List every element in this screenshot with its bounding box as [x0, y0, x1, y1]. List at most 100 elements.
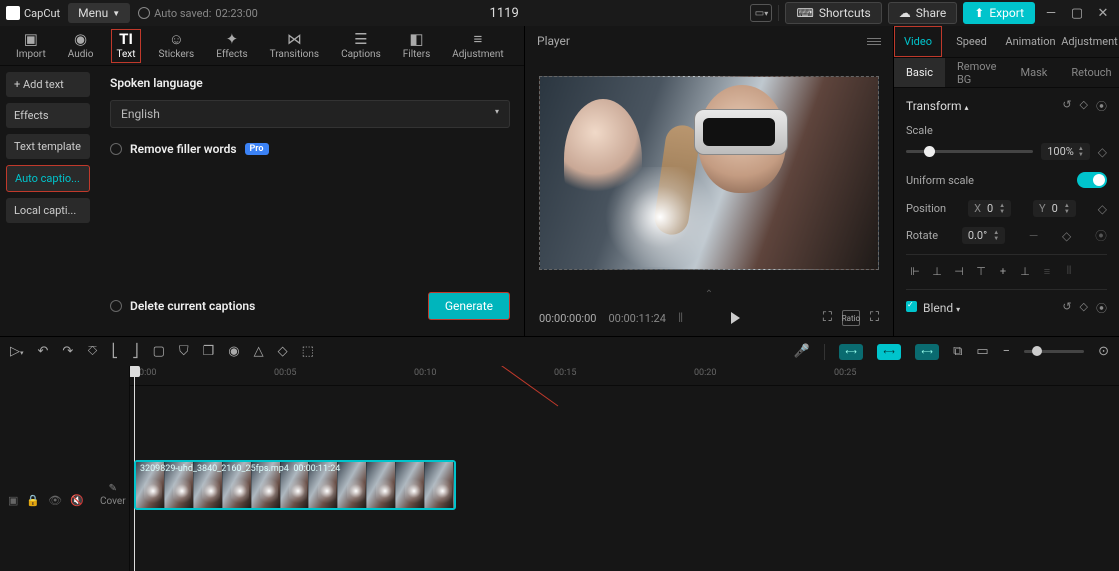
snap-pill-1[interactable]: ⟷: [839, 344, 863, 360]
undo-icon[interactable]: ↶: [38, 344, 49, 359]
reset-icon[interactable]: ↺: [1062, 300, 1071, 316]
delete-left-icon[interactable]: ⎣: [112, 344, 119, 359]
prev-frame-icon[interactable]: ‖: [678, 310, 683, 326]
zoom-fit-icon[interactable]: ⊙: [1098, 344, 1109, 359]
drag-handle-icon[interactable]: ⌃: [525, 289, 893, 300]
player-viewport[interactable]: [525, 56, 893, 289]
tab-animation[interactable]: Animation: [1001, 26, 1060, 57]
subtab-mask[interactable]: Mask: [1009, 58, 1060, 87]
player-menu-icon[interactable]: [867, 38, 881, 45]
cover-button[interactable]: ✎ Cover: [100, 483, 126, 507]
position-y-input[interactable]: Y 0 ▲▼: [1033, 200, 1076, 217]
tab-speed[interactable]: Speed: [942, 26, 1001, 57]
stepper-icon[interactable]: ▲▼: [993, 230, 999, 242]
eye-icon[interactable]: 👁: [48, 494, 62, 507]
blend-section[interactable]: Blend ▾ ↺ ◇ ⦿: [906, 289, 1107, 316]
magnet-icon[interactable]: ⧉: [953, 344, 962, 359]
tab-import[interactable]: ▣Import: [12, 30, 50, 62]
tab-audio[interactable]: ◉Audio: [64, 30, 98, 62]
lock-icon[interactable]: 🔒: [26, 494, 40, 507]
reset-icon[interactable]: ↺: [1062, 98, 1071, 114]
timeline-main[interactable]: 00:00 00:05 00:10 00:15 00:20 00:25 3209…: [130, 366, 1119, 571]
snap-pill-2[interactable]: ⟷: [877, 344, 901, 360]
timeline-ruler[interactable]: 00:00 00:05 00:10 00:15 00:20 00:25: [130, 366, 1119, 386]
scale-slider[interactable]: [906, 150, 1033, 153]
more-icon[interactable]: ⦿: [1095, 227, 1107, 244]
keyframe-icon[interactable]: ◇: [1080, 98, 1088, 114]
keyframe-icon[interactable]: ◇: [1062, 229, 1071, 243]
sidebar-item-add-text[interactable]: + Add text: [6, 72, 90, 97]
tab-text[interactable]: TIText: [111, 29, 140, 63]
delete-right-icon[interactable]: ⎦: [132, 344, 139, 359]
language-select[interactable]: English ▾: [110, 100, 510, 128]
tab-effects[interactable]: ✦Effects: [212, 30, 251, 62]
subtab-basic[interactable]: Basic: [894, 58, 945, 87]
rotate-input[interactable]: 0.0° ▲▼: [962, 227, 1005, 244]
align-hcenter-icon[interactable]: ⊥: [928, 263, 946, 279]
generate-button[interactable]: Generate: [428, 292, 510, 320]
position-x-input[interactable]: X 0 ▲▼: [968, 200, 1011, 217]
align-top-icon[interactable]: ⊤: [972, 263, 990, 279]
menu-button[interactable]: Menu ▼: [68, 3, 130, 23]
shield-icon[interactable]: ⛉: [179, 344, 189, 359]
crop-icon[interactable]: ⛶: [823, 310, 832, 326]
stepper-icon[interactable]: ▲▼: [1078, 146, 1084, 158]
copy-icon[interactable]: ❐: [203, 344, 215, 359]
delete-captions-row[interactable]: Delete current captions: [110, 299, 255, 313]
tab-filters[interactable]: ◧Filters: [399, 30, 435, 62]
video-preview[interactable]: [539, 76, 879, 270]
subtab-retouch[interactable]: Retouch: [1059, 58, 1119, 87]
fullscreen-icon[interactable]: ⛶: [870, 310, 879, 326]
stepper-icon[interactable]: ▲▼: [999, 203, 1005, 215]
crop-tool-icon[interactable]: ⬚: [302, 344, 314, 359]
transform-section-header[interactable]: Transform ▴ ↺ ◇ ⦿: [906, 98, 1107, 114]
close-button[interactable]: ✕: [1093, 3, 1113, 23]
tab-captions[interactable]: ☰Captions: [337, 30, 385, 62]
tab-adjustment[interactable]: ≡Adjustment: [448, 30, 507, 62]
align-vcenter-icon[interactable]: +: [994, 263, 1012, 279]
keyframe-icon[interactable]: ◇: [1080, 300, 1088, 316]
align-left-icon[interactable]: ⊩: [906, 263, 924, 279]
align-bottom-icon[interactable]: ⊥: [1016, 263, 1034, 279]
ratio-button[interactable]: Ratio: [842, 310, 860, 326]
shortcuts-button[interactable]: ⌨ Shortcuts: [785, 2, 881, 24]
rotate-icon[interactable]: ◇: [278, 344, 288, 359]
share-button[interactable]: ☁ Share: [888, 2, 958, 24]
delete-icon[interactable]: ▢: [153, 344, 165, 359]
minimize-button[interactable]: —: [1041, 3, 1061, 23]
scale-value-box[interactable]: 100% ▲▼: [1041, 143, 1090, 160]
tab-stickers[interactable]: ☺Stickers: [155, 30, 199, 62]
uniform-scale-toggle[interactable]: [1077, 172, 1107, 188]
layer-icon[interactable]: ▣: [8, 494, 18, 507]
record-icon[interactable]: ◉: [228, 344, 239, 359]
select-tool-icon[interactable]: ▷▾: [10, 344, 24, 359]
subtab-remove-bg[interactable]: Remove BG: [945, 58, 1009, 87]
zoom-out-icon[interactable]: −: [1003, 344, 1010, 359]
maximize-button[interactable]: ▢: [1067, 3, 1087, 23]
snap-pill-3[interactable]: ⟷: [915, 344, 939, 360]
warning-icon[interactable]: △: [254, 344, 264, 359]
distribute-v-icon[interactable]: ⦀: [1060, 263, 1078, 279]
keyframe-icon[interactable]: ◇: [1098, 145, 1107, 159]
align-right-icon[interactable]: ⊣: [950, 263, 968, 279]
sidebar-item-local-captions[interactable]: Local capti...: [6, 198, 90, 223]
keyframe-icon[interactable]: ◇: [1098, 202, 1107, 216]
sidebar-item-text-template[interactable]: Text template: [6, 134, 90, 159]
more-icon[interactable]: ⦿: [1096, 98, 1107, 114]
tab-video[interactable]: Video: [894, 26, 942, 57]
distribute-h-icon[interactable]: ≡: [1038, 263, 1056, 279]
tab-transitions[interactable]: ⋈Transitions: [266, 30, 323, 62]
sidebar-item-effects[interactable]: Effects: [6, 103, 90, 128]
mic-icon[interactable]: 🎤: [794, 344, 810, 359]
sidebar-item-auto-captions[interactable]: Auto captio...: [6, 165, 90, 192]
play-button[interactable]: [731, 312, 740, 324]
stepper-icon[interactable]: ▲▼: [1064, 203, 1070, 215]
zoom-slider[interactable]: [1024, 350, 1084, 353]
video-clip[interactable]: 3209829-uhd_3840_2160_25fps.mp4 00:00:11…: [134, 460, 456, 510]
preview-icon[interactable]: ▭: [976, 344, 988, 359]
more-icon[interactable]: ⦿: [1096, 300, 1107, 316]
split-icon[interactable]: ⎏: [87, 344, 97, 359]
tab-adjustment2[interactable]: Adjustment: [1060, 26, 1119, 57]
redo-icon[interactable]: ↷: [62, 344, 73, 359]
export-button[interactable]: ⬆ Export: [963, 2, 1035, 24]
